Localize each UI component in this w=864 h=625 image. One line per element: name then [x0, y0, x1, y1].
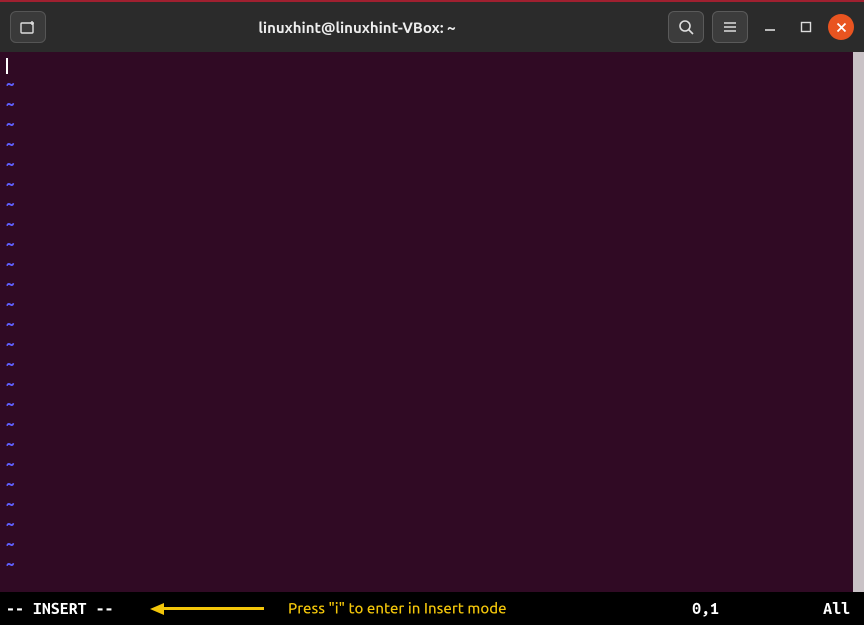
terminal-body[interactable]: ~~~~~~~~~~~~~~~~~~~~~~~~~ — [0, 52, 864, 592]
tilde-line: ~ — [4, 174, 860, 194]
minimize-icon — [764, 21, 776, 33]
tilde-line: ~ — [4, 234, 860, 254]
window-title: linuxhint@linuxhint-VBox: ~ — [54, 19, 660, 36]
tilde-line: ~ — [4, 374, 860, 394]
tilde-line: ~ — [4, 94, 860, 114]
vim-statusbar: -- INSERT -- Press "i" to enter in Inser… — [0, 592, 864, 625]
mode-indicator: -- INSERT -- — [6, 600, 114, 618]
tilde-line: ~ — [4, 514, 860, 534]
scrollbar[interactable] — [853, 52, 864, 592]
titlebar-right — [668, 11, 854, 43]
titlebar: linuxhint@linuxhint-VBox: ~ — [0, 2, 864, 52]
tilde-line: ~ — [4, 274, 860, 294]
tilde-line: ~ — [4, 414, 860, 434]
tilde-line: ~ — [4, 254, 860, 274]
tilde-line: ~ — [4, 494, 860, 514]
search-icon — [678, 19, 694, 35]
maximize-button[interactable] — [792, 13, 820, 41]
close-button[interactable] — [828, 14, 854, 40]
search-button[interactable] — [668, 11, 704, 43]
tilde-line: ~ — [4, 154, 860, 174]
maximize-icon — [800, 21, 812, 33]
tilde-line: ~ — [4, 394, 860, 414]
new-tab-button[interactable] — [10, 11, 46, 43]
tilde-line: ~ — [4, 114, 860, 134]
tilde-line: ~ — [4, 454, 860, 474]
tilde-line: ~ — [4, 314, 860, 334]
tilde-line: ~ — [4, 474, 860, 494]
tilde-line: ~ — [4, 354, 860, 374]
tilde-line: ~ — [4, 334, 860, 354]
tilde-line: ~ — [4, 554, 860, 574]
buffer-percent: All — [823, 600, 850, 618]
tilde-line: ~ — [4, 534, 860, 554]
tilde-line: ~ — [4, 194, 860, 214]
cursor-position: 0,1 — [692, 600, 719, 618]
text-cursor — [6, 58, 8, 74]
menu-button[interactable] — [712, 11, 748, 43]
minimize-button[interactable] — [756, 13, 784, 41]
close-icon — [836, 22, 847, 33]
annotation-arrow — [150, 603, 264, 615]
tilde-line: ~ — [4, 74, 860, 94]
tilde-line: ~ — [4, 294, 860, 314]
tilde-line: ~ — [4, 214, 860, 234]
annotation-text: Press "i" to enter in Insert mode — [288, 599, 507, 616]
empty-buffer-lines: ~~~~~~~~~~~~~~~~~~~~~~~~~ — [4, 74, 860, 574]
hamburger-icon — [722, 19, 738, 35]
new-tab-icon — [19, 18, 37, 36]
tilde-line: ~ — [4, 434, 860, 454]
tilde-line: ~ — [4, 134, 860, 154]
